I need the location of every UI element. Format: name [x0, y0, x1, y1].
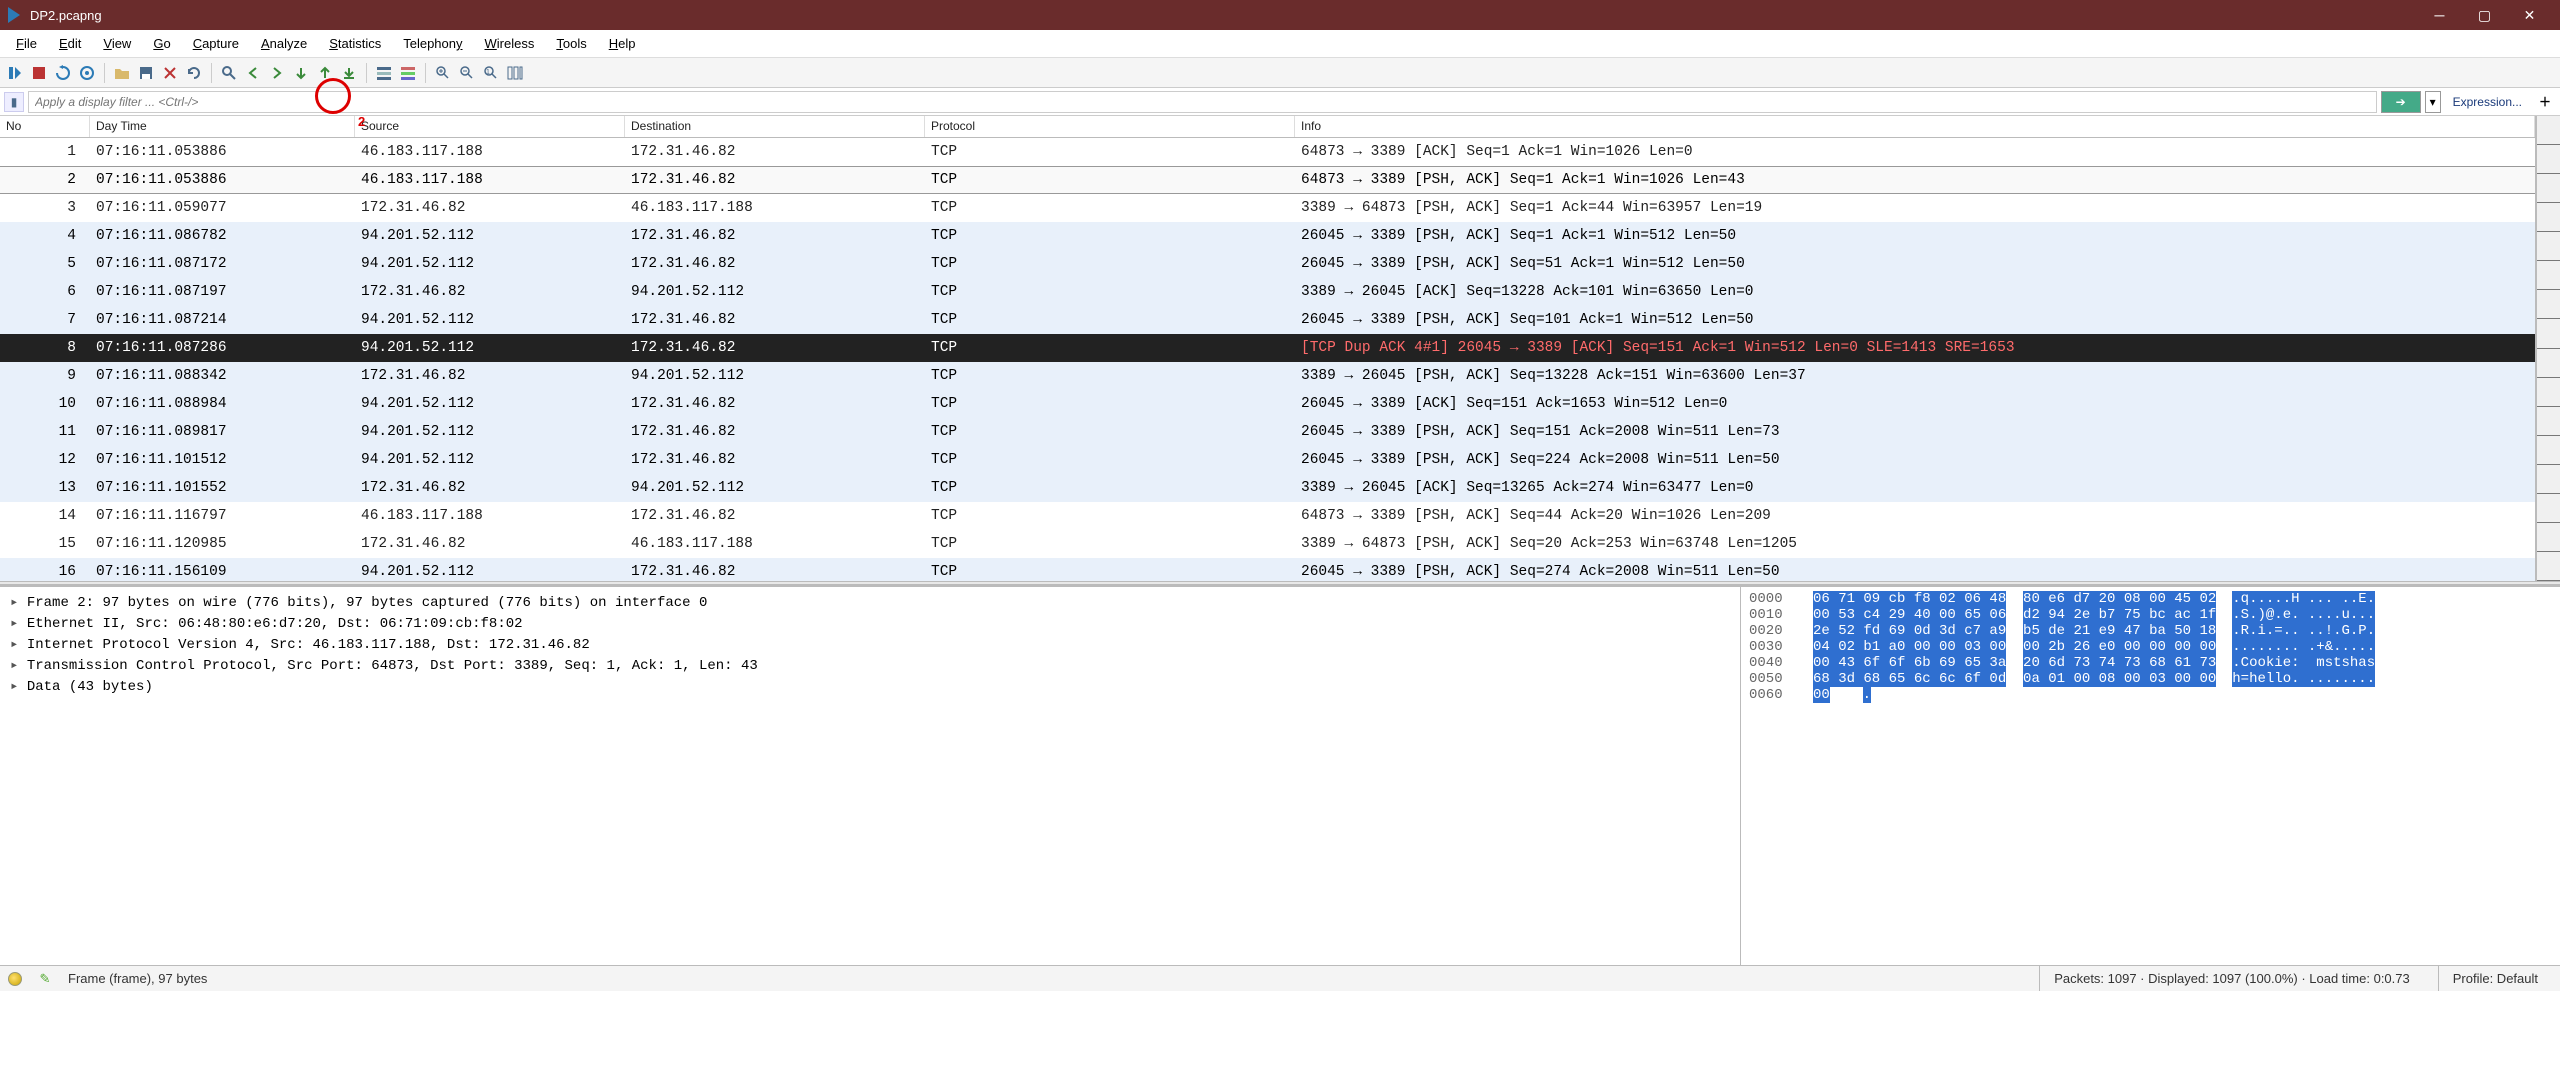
close-button[interactable]: ✕ [2507, 0, 2552, 30]
table-row[interactable]: 907:16:11.088342172.31.46.8294.201.52.11… [0, 362, 2535, 390]
menu-edit[interactable]: Edit [49, 32, 91, 55]
auto-scroll-icon[interactable] [373, 62, 395, 84]
zoom-in-icon[interactable] [432, 62, 454, 84]
table-row[interactable]: 1207:16:11.10151294.201.52.112172.31.46.… [0, 446, 2535, 474]
close-file-icon[interactable] [159, 62, 181, 84]
menu-tools[interactable]: Tools [546, 32, 596, 55]
table-row[interactable]: 307:16:11.059077172.31.46.8246.183.117.1… [0, 194, 2535, 222]
table-row[interactable]: 1007:16:11.08898494.201.52.112172.31.46.… [0, 390, 2535, 418]
apply-filter-button[interactable]: ➔ [2381, 91, 2421, 113]
toolbar: 1 [0, 58, 2560, 88]
edit-capture-comment-icon[interactable]: ✎ [36, 970, 54, 988]
detail-line[interactable]: Data (43 bytes) [10, 677, 1730, 698]
detail-line[interactable]: Internet Protocol Version 4, Src: 46.183… [10, 635, 1730, 656]
status-frame-text: Frame (frame), 97 bytes [68, 971, 207, 986]
table-row[interactable]: 207:16:11.05388646.183.117.188172.31.46.… [0, 166, 2535, 194]
table-row[interactable]: 1407:16:11.11679746.183.117.188172.31.46… [0, 502, 2535, 530]
hex-line[interactable]: 00202e 52 fd 69 0d 3d c7 a9 b5 de 21 e9 … [1749, 623, 2552, 639]
expert-info-led-icon[interactable] [8, 972, 22, 986]
packet-list-header[interactable]: No Day Time Source Destination Protocol … [0, 116, 2535, 138]
menu-file[interactable]: File [6, 32, 47, 55]
packet-minimap-scrollbar[interactable] [2536, 116, 2560, 581]
menu-help[interactable]: Help [599, 32, 646, 55]
detail-line[interactable]: Ethernet II, Src: 06:48:80:e6:d7:20, Dst… [10, 614, 1730, 635]
maximize-button[interactable]: ▢ [2462, 0, 2507, 30]
table-row[interactable]: 807:16:11.08728694.201.52.112172.31.46.8… [0, 334, 2535, 362]
go-back-icon[interactable] [242, 62, 264, 84]
hex-line[interactable]: 006000 . [1749, 687, 2552, 703]
col-protocol[interactable]: Protocol [925, 116, 1295, 137]
zoom-out-icon[interactable] [456, 62, 478, 84]
detail-line[interactable]: Transmission Control Protocol, Src Port:… [10, 656, 1730, 677]
col-source[interactable]: Source [355, 116, 625, 137]
restart-capture-icon[interactable] [52, 62, 74, 84]
table-row[interactable]: 707:16:11.08721494.201.52.112172.31.46.8… [0, 306, 2535, 334]
table-row[interactable]: 1107:16:11.08981794.201.52.112172.31.46.… [0, 418, 2535, 446]
stop-capture-icon[interactable] [28, 62, 50, 84]
filter-bookmark-icon[interactable]: ▮ [4, 92, 24, 112]
window-title: DP2.pcapng [30, 8, 2417, 23]
save-file-icon[interactable] [135, 62, 157, 84]
table-row[interactable]: 1307:16:11.101552172.31.46.8294.201.52.1… [0, 474, 2535, 502]
menu-analyze[interactable]: Analyze [251, 32, 317, 55]
packet-details-pane[interactable]: Frame 2: 97 bytes on wire (776 bits), 97… [0, 587, 1740, 965]
open-file-icon[interactable] [111, 62, 133, 84]
expression-button[interactable]: Expression... [2445, 95, 2530, 109]
status-bar: ✎ Frame (frame), 97 bytes Packets: 1097 … [0, 965, 2560, 991]
menu-capture[interactable]: Capture [183, 32, 249, 55]
go-forward-icon[interactable] [266, 62, 288, 84]
filter-dropdown-icon[interactable]: ▾ [2425, 91, 2441, 113]
col-info[interactable]: Info [1295, 116, 2535, 137]
menu-view[interactable]: View [93, 32, 141, 55]
reload-icon[interactable] [183, 62, 205, 84]
menu-wireless[interactable]: Wireless [475, 32, 545, 55]
table-row[interactable]: 607:16:11.087197172.31.46.8294.201.52.11… [0, 278, 2535, 306]
jump-to-icon[interactable] [290, 62, 312, 84]
hex-line[interactable]: 005068 3d 68 65 6c 6c 6f 0d 0a 01 00 08 … [1749, 671, 2552, 687]
hex-line[interactable]: 003004 02 b1 a0 00 00 03 00 00 2b 26 e0 … [1749, 639, 2552, 655]
menu-telephony[interactable]: Telephony [393, 32, 472, 55]
status-packets-text: Packets: 1097 · Displayed: 1097 (100.0%)… [2039, 966, 2424, 991]
minimize-button[interactable]: ─ [2417, 0, 2462, 30]
find-packet-icon[interactable] [218, 62, 240, 84]
table-row[interactable]: 1507:16:11.120985172.31.46.8246.183.117.… [0, 530, 2535, 558]
titlebar: DP2.pcapng ─ ▢ ✕ [0, 0, 2560, 30]
colorize-icon[interactable] [397, 62, 419, 84]
packet-bytes-pane[interactable]: 000006 71 09 cb f8 02 06 48 80 e6 d7 20 … [1740, 587, 2560, 965]
hex-line[interactable]: 004000 43 6f 6f 6b 69 65 3a 20 6d 73 74 … [1749, 655, 2552, 671]
detail-line[interactable]: Frame 2: 97 bytes on wire (776 bits), 97… [10, 593, 1730, 614]
hex-line[interactable]: 001000 53 c4 29 40 00 65 06 d2 94 2e b7 … [1749, 607, 2552, 623]
resize-columns-icon[interactable] [504, 62, 526, 84]
table-row[interactable]: 1607:16:11.15610994.201.52.112172.31.46.… [0, 558, 2535, 581]
packet-list-pane: No Day Time Source Destination Protocol … [0, 116, 2536, 581]
table-row[interactable]: 507:16:11.08717294.201.52.112172.31.46.8… [0, 250, 2535, 278]
col-daytime[interactable]: Day Time [90, 116, 355, 137]
zoom-reset-icon[interactable]: 1 [480, 62, 502, 84]
col-no[interactable]: No [0, 116, 90, 137]
annotation-number: 2 [358, 114, 365, 129]
status-profile-text[interactable]: Profile: Default [2438, 966, 2552, 991]
hex-line[interactable]: 000006 71 09 cb f8 02 06 48 80 e6 d7 20 … [1749, 591, 2552, 607]
annotation-circle [315, 78, 351, 114]
col-destination[interactable]: Destination [625, 116, 925, 137]
display-filter-input[interactable] [28, 91, 2377, 113]
filter-bar: ▮ ➔ ▾ Expression... ＋ [0, 88, 2560, 116]
app-icon [8, 7, 24, 23]
menu-go[interactable]: Go [143, 32, 180, 55]
menu-statistics[interactable]: Statistics [319, 32, 391, 55]
svg-text:1: 1 [486, 69, 490, 76]
capture-options-icon[interactable] [76, 62, 98, 84]
table-row[interactable]: 107:16:11.05388646.183.117.188172.31.46.… [0, 138, 2535, 166]
packet-rows[interactable]: 107:16:11.05388646.183.117.188172.31.46.… [0, 138, 2535, 581]
add-filter-button[interactable]: ＋ [2534, 91, 2556, 113]
table-row[interactable]: 407:16:11.08678294.201.52.112172.31.46.8… [0, 222, 2535, 250]
menubar: File Edit View Go Capture Analyze Statis… [0, 30, 2560, 58]
start-capture-icon[interactable] [4, 62, 26, 84]
